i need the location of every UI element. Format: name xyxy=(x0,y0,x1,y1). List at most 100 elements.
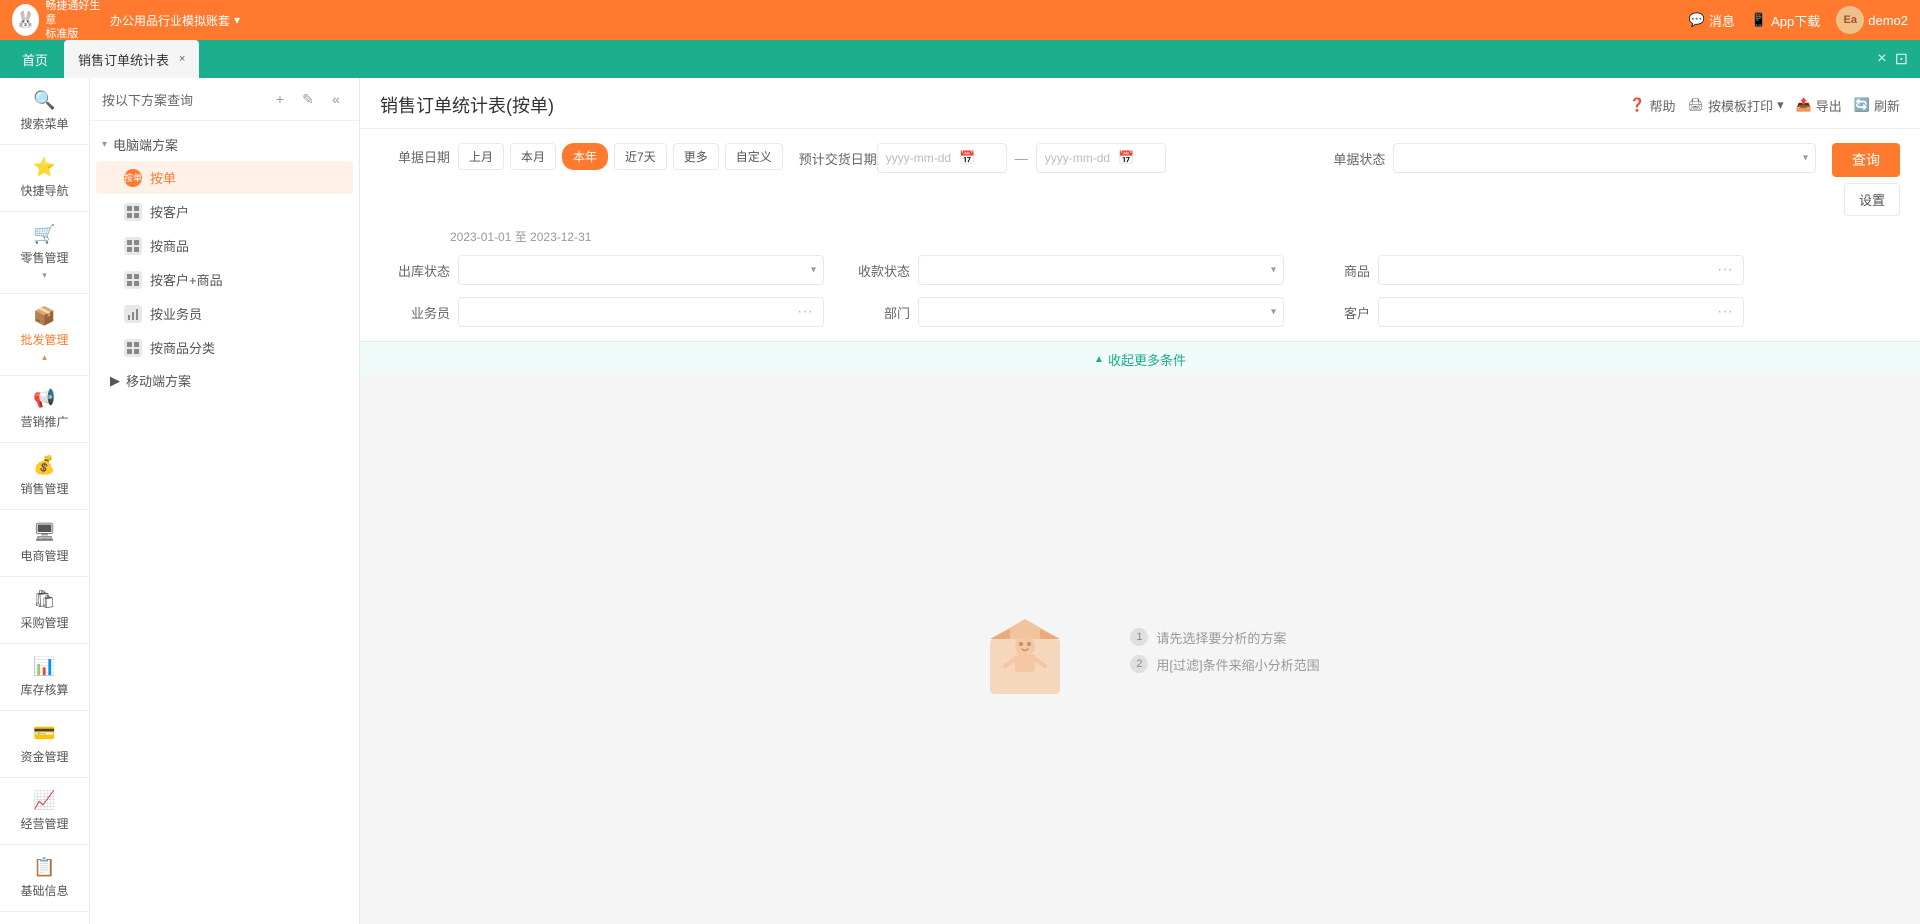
sidebar-item-retail[interactable]: 🛒 零售管理 ▾ xyxy=(0,212,89,294)
edit-scheme-button[interactable]: ✎ xyxy=(297,88,319,110)
sidebar-item-purchase[interactable]: 🛍 采购管理 xyxy=(0,577,89,644)
right-panel: 销售订单统计表(按单) ❓ 帮助 🖨 按模板打印 ▾ xyxy=(360,78,1920,924)
tab-sales-order-stats[interactable]: 销售订单统计表 × xyxy=(64,40,199,78)
sidebar-item-system[interactable]: ⚙ 系统管理 xyxy=(0,912,89,924)
scheme-by-goods-icon xyxy=(124,237,142,255)
payment-select[interactable] xyxy=(918,255,1284,285)
marketing-icon: 📢 xyxy=(33,388,55,409)
customer-field[interactable]: ··· xyxy=(1378,297,1744,327)
app-download-button[interactable]: 📱 App下载 xyxy=(1751,11,1820,30)
message-icon: 💬 xyxy=(1689,12,1705,28)
left-panel-header: 按以下方案查询 + ✎ « xyxy=(90,78,359,121)
empty-illustration xyxy=(960,594,1090,707)
goods-more-icon[interactable]: ··· xyxy=(1717,261,1733,279)
filter-body: 单据日期 上月 本月 本年 近7天 更多 自定义 xyxy=(360,129,1920,341)
content-area: 按以下方案查询 + ✎ « ▾ 电脑端方案 按单 按单 xyxy=(90,78,1920,924)
salesperson-field[interactable]: ··· xyxy=(458,297,824,327)
avatar: Ea xyxy=(1836,6,1864,34)
sidebar-item-basic[interactable]: 📋 基础信息 xyxy=(0,845,89,912)
collapse-bar[interactable]: ▲ 收起更多条件 xyxy=(360,341,1920,377)
scheme-item-by-salesperson[interactable]: 按业务员 xyxy=(96,297,353,330)
tip-num-1: 1 xyxy=(1130,628,1148,646)
date-btn-more[interactable]: 更多 xyxy=(673,143,719,170)
goods-field[interactable]: ··· xyxy=(1378,255,1744,285)
tab-minimize-icon[interactable]: × xyxy=(1877,50,1886,68)
delivery-select-wrapper: ▾ xyxy=(458,255,824,285)
scheme-item-by-order[interactable]: 按单 按单 xyxy=(96,161,353,194)
query-buttons: 查询 设置 xyxy=(1832,143,1900,216)
scheme-item-by-goods[interactable]: 按商品 xyxy=(96,229,353,262)
sidebar-item-sales[interactable]: 💰 销售管理 xyxy=(0,443,89,510)
scheme-item-by-cust-goods[interactable]: 按客户+商品 xyxy=(96,263,353,296)
date-range-text: 2023-01-01 至 2023-12-31 xyxy=(450,230,591,244)
date-btn-last-month[interactable]: 上月 xyxy=(458,143,504,170)
collapse-panel-button[interactable]: « xyxy=(325,88,347,110)
tab-close-icon[interactable]: × xyxy=(179,53,185,65)
mobile-scheme-group[interactable]: ▶ 移动端方案 xyxy=(90,365,359,396)
message-button[interactable]: 💬 消息 xyxy=(1689,11,1735,30)
purchase-icon: 🛍 xyxy=(33,589,56,610)
sidebar-item-shortcut[interactable]: ⭐ 快捷导航 xyxy=(0,145,89,212)
empty-tip-2: 2 用[过滤]条件来缩小分析范围 xyxy=(1130,655,1319,674)
logo-text: 畅捷通好生意 标准版 xyxy=(45,0,102,41)
scheme-by-cust-goods-icon xyxy=(124,271,142,289)
expected-date-start[interactable]: yyyy-mm-dd 📅 xyxy=(877,143,1007,173)
status-label: 单据状态 xyxy=(1315,149,1385,168)
operations-icon: 📈 xyxy=(33,790,55,811)
date-btn-this-month[interactable]: 本月 xyxy=(510,143,556,170)
refresh-button[interactable]: 🔄 刷新 xyxy=(1854,96,1900,115)
page-title: 销售订单统计表(按单) xyxy=(380,92,554,118)
customer-more-icon[interactable]: ··· xyxy=(1717,303,1733,321)
expected-date-end[interactable]: yyyy-mm-dd 📅 xyxy=(1036,143,1166,173)
user-profile[interactable]: Ea demo2 xyxy=(1836,6,1908,34)
print-dropdown-icon: ▾ xyxy=(1777,97,1784,113)
setting-button[interactable]: 设置 xyxy=(1844,183,1900,216)
basic-icon: 📋 xyxy=(33,857,55,878)
left-panel: 按以下方案查询 + ✎ « ▾ 电脑端方案 按单 按单 xyxy=(90,78,360,924)
date-btn-this-year[interactable]: 本年 xyxy=(562,143,608,170)
delivery-select[interactable] xyxy=(458,255,824,285)
sidebar-item-operations[interactable]: 📈 经营管理 xyxy=(0,778,89,845)
search-icon: 🔍 xyxy=(33,90,55,111)
query-button[interactable]: 查询 xyxy=(1832,143,1900,177)
sidebar-item-ecommerce[interactable]: 🖥 电商管理 xyxy=(0,510,89,577)
tab-maximize-icon[interactable]: ⊡ xyxy=(1895,49,1908,69)
refresh-icon: 🔄 xyxy=(1854,97,1870,113)
scheme-by-salesperson-icon xyxy=(124,305,142,323)
pc-scheme-group[interactable]: ▾ 电脑端方案 xyxy=(90,129,359,160)
department-select[interactable] xyxy=(918,297,1284,327)
filter-section: 销售订单统计表(按单) ❓ 帮助 🖨 按模板打印 ▾ xyxy=(360,78,1920,377)
sidebar-item-wholesale[interactable]: 📦 批发管理 ▴ xyxy=(0,294,89,376)
goods-label: 商品 xyxy=(1300,261,1370,280)
expected-date-label: 预计交货日期 xyxy=(799,149,869,168)
sidebar-item-inventory[interactable]: 📊 库存核算 xyxy=(0,644,89,711)
sidebar-item-marketing[interactable]: 📢 营销推广 xyxy=(0,376,89,443)
sidebar-item-finance[interactable]: 💳 资金管理 xyxy=(0,711,89,778)
add-scheme-button[interactable]: + xyxy=(269,88,291,110)
date-btn-custom[interactable]: 自定义 xyxy=(725,143,783,170)
empty-tip-1: 1 请先选择要分析的方案 xyxy=(1130,628,1319,647)
tab-bar: 首页 销售订单统计表 × × ⊡ xyxy=(0,40,1920,78)
help-button[interactable]: ❓ 帮助 xyxy=(1629,96,1675,115)
app-icon: 📱 xyxy=(1751,12,1767,28)
scheme-item-by-category[interactable]: 按商品分类 xyxy=(96,331,353,364)
status-select[interactable] xyxy=(1393,143,1816,173)
left-panel-actions: + ✎ « xyxy=(269,88,347,110)
empty-state: 1 请先选择要分析的方案 2 用[过滤]条件来缩小分析范围 xyxy=(360,377,1920,924)
delivery-label: 出库状态 xyxy=(380,261,450,280)
payment-label: 收款状态 xyxy=(840,261,910,280)
sales-icon: 💰 xyxy=(33,455,55,476)
salesperson-more-icon[interactable]: ··· xyxy=(797,303,813,321)
scheme-item-by-customer[interactable]: 按客户 xyxy=(96,195,353,228)
shortcut-icon: ⭐ xyxy=(33,157,55,178)
tab-right-actions: × ⊡ xyxy=(1877,40,1912,78)
export-button[interactable]: 📤 导出 xyxy=(1796,96,1842,115)
print-button[interactable]: 🖨 按模板打印 ▾ xyxy=(1688,96,1784,115)
date-btn-7days[interactable]: 近7天 xyxy=(614,143,667,170)
scheme-section: ▾ 电脑端方案 按单 按单 按客户 xyxy=(90,121,359,404)
tab-home[interactable]: 首页 xyxy=(8,40,62,78)
workspace-selector[interactable]: 办公用品行业模拟账套 ▾ xyxy=(110,12,1681,29)
sidebar-item-search[interactable]: 🔍 搜索菜单 xyxy=(0,78,89,145)
department-label: 部门 xyxy=(840,303,910,322)
customer-label: 客户 xyxy=(1300,303,1370,322)
